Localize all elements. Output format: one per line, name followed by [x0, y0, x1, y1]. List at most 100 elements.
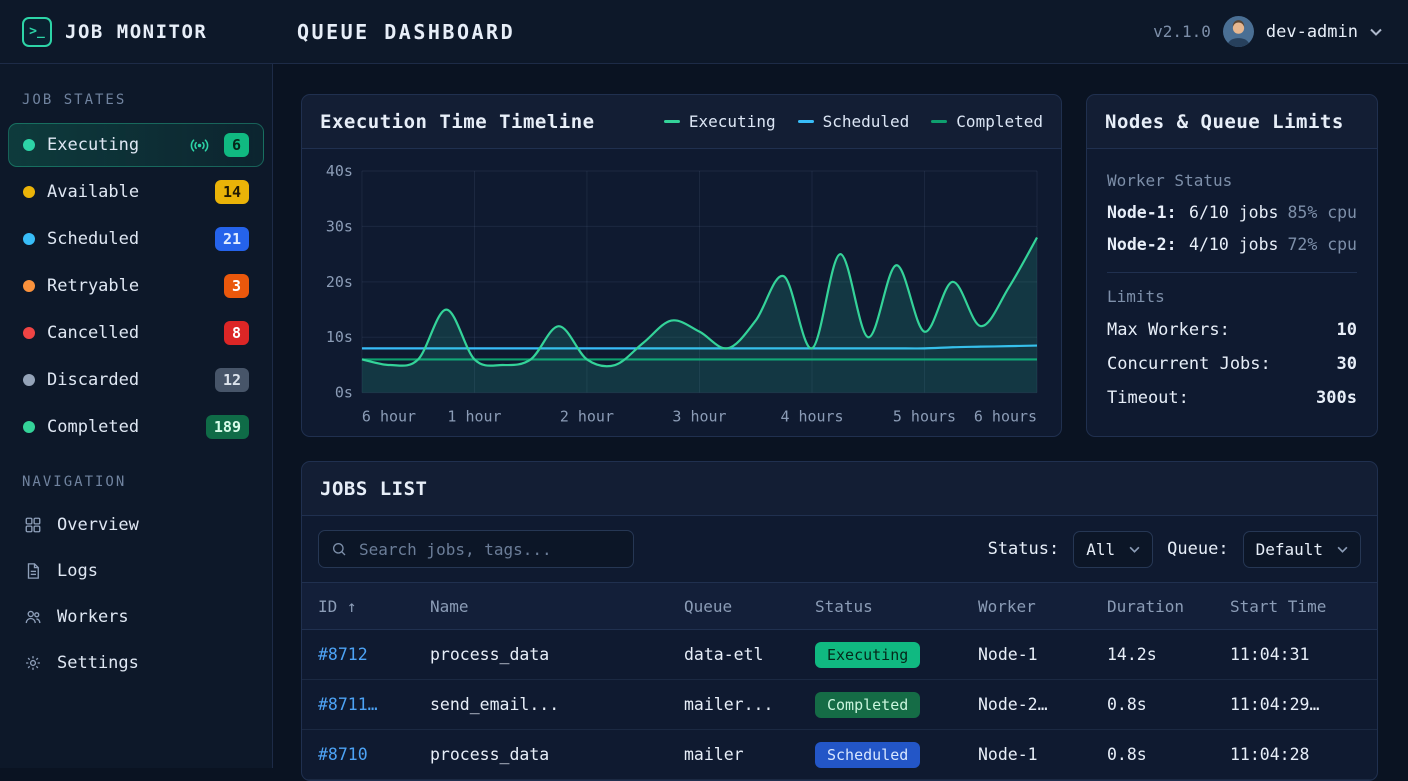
nav-item-label: Settings — [57, 653, 139, 673]
legend-item-executing[interactable]: Executing — [663, 112, 776, 131]
sidebar-item-settings[interactable]: Settings — [0, 640, 272, 686]
limit-value: 300s — [1316, 388, 1357, 408]
timeline-card: Execution Time Timeline Executing Schedul… — [301, 94, 1062, 437]
chevron-down-icon[interactable] — [1370, 28, 1382, 36]
filter-select-queue[interactable]: Default — [1242, 530, 1361, 568]
limits-heading: Limits — [1107, 287, 1165, 306]
filters: Status: All Queue: Default — [988, 530, 1361, 568]
worker-status-heading: Worker Status — [1107, 171, 1233, 190]
column-header-queue[interactable]: Queue — [684, 597, 815, 616]
search-box[interactable] — [318, 530, 634, 568]
workers-icon — [24, 608, 42, 626]
page-title: QUEUE DASHBOARD — [297, 19, 516, 44]
table-row[interactable]: #8710 process_data mailer Scheduled Node-1 0.… — [302, 730, 1377, 780]
svg-text:4 hours: 4 hours — [780, 408, 843, 426]
status-badge: Executing — [815, 641, 921, 668]
table-row[interactable]: #8712 process_data data-etl Executing Node-1… — [302, 630, 1377, 680]
jobs-controls: Status: All Queue: Default — [302, 516, 1377, 582]
sidebar-state-discarded[interactable]: Discarded 12 — [8, 358, 264, 402]
sidebar-state-available[interactable]: Available 14 — [8, 170, 264, 214]
job-worker: Node-1 — [978, 745, 1038, 764]
filter-value: All — [1086, 539, 1116, 559]
jobs-table: ID ↑ Name Queue Status Worker Duration Start T… — [302, 582, 1377, 780]
job-worker: Node-2… — [978, 695, 1048, 714]
limit-label: Timeout: — [1107, 388, 1189, 408]
sidebar-item-workers[interactable]: Workers — [0, 594, 272, 640]
column-header-status[interactable]: Status — [815, 597, 978, 616]
column-header-worker[interactable]: Worker — [978, 597, 1107, 616]
state-count-badge: 6 — [223, 133, 249, 157]
chart-area: 0s 10s 20s 30s 40s 6 hour 1 hour 2 hour 3 hour 4 … — [302, 149, 1061, 433]
navigation-list: Overview Logs Workers Settings — [0, 502, 272, 686]
job-name: process_data — [430, 645, 550, 664]
status-badge: Scheduled — [815, 741, 921, 768]
nodes-card-title: Nodes & Queue Limits — [1105, 110, 1344, 133]
limit-label: Concurrent Jobs: — [1107, 354, 1271, 374]
filter-label-queue: Queue: — [1167, 539, 1229, 559]
sidebar-state-retryable[interactable]: Retryable 3 — [8, 264, 264, 308]
limit-value: 10 — [1336, 320, 1357, 340]
state-label: Retryable — [47, 276, 140, 296]
sidebar: JOB STATES Executing 6 Available 14 Schedule… — [0, 64, 273, 768]
job-id-link[interactable]: #8711… — [318, 695, 430, 714]
sidebar-state-scheduled[interactable]: Scheduled 21 — [8, 217, 264, 261]
svg-text:1 hour: 1 hour — [447, 408, 501, 426]
sidebar-state-completed[interactable]: Completed 189 — [8, 405, 264, 449]
limit-value: 30 — [1336, 354, 1357, 374]
search-input[interactable] — [357, 538, 621, 560]
job-states-list: Executing 6 Available 14 Scheduled 21 Retryabl… — [0, 123, 272, 449]
chevron-down-icon — [1129, 546, 1140, 553]
state-dot — [23, 421, 35, 433]
column-header-duration[interactable]: Duration — [1107, 597, 1230, 616]
job-id-link[interactable]: #8712 — [318, 645, 430, 664]
top-cards: Execution Time Timeline Executing Schedul… — [301, 94, 1378, 437]
avatar[interactable] — [1222, 16, 1254, 47]
limits-list: Max Workers: 10 Concurrent Jobs: 30 Timeout:… — [1107, 320, 1357, 408]
svg-text:30s: 30s — [326, 217, 353, 235]
legend-swatch — [663, 120, 680, 123]
nodes-card-body: Worker Status Node-1: 6/10 jobs 85% cpu Nod… — [1087, 149, 1377, 436]
nav-item-label: Workers — [57, 607, 129, 627]
nodes-card: Nodes & Queue Limits Worker Status Node-… — [1086, 94, 1378, 437]
sidebar-state-cancelled[interactable]: Cancelled 8 — [8, 311, 264, 355]
state-dot — [23, 374, 35, 386]
column-header-id[interactable]: ID ↑ — [318, 597, 430, 616]
svg-text:0s: 0s — [335, 384, 353, 402]
state-count-badge: 8 — [223, 321, 249, 345]
app-root: >_ JOB MONITOR QUEUE DASHBOARD v2.1.0 de… — [0, 0, 1408, 781]
worker-status-row: Node-2: 4/10 jobs 72% cpu — [1107, 235, 1357, 254]
legend-item-completed[interactable]: Completed — [931, 112, 1043, 131]
column-header-name[interactable]: Name — [430, 597, 684, 616]
filter-value: Default — [1255, 539, 1323, 559]
legend-item-scheduled[interactable]: Scheduled — [797, 112, 910, 131]
nav-item-label: Overview — [57, 515, 139, 535]
main-content: Execution Time Timeline Executing Schedul… — [273, 64, 1408, 781]
state-label: Completed — [47, 417, 140, 437]
state-dot — [23, 280, 35, 292]
job-id-link[interactable]: #8710 — [318, 745, 430, 764]
grid-icon — [24, 516, 42, 534]
app-title: JOB MONITOR — [65, 20, 208, 43]
job-queue: mailer — [684, 745, 744, 764]
worker-status-row: Node-1: 6/10 jobs 85% cpu — [1107, 203, 1357, 222]
top-bar: >_ JOB MONITOR QUEUE DASHBOARD v2.1.0 de… — [0, 0, 1408, 64]
node-name: Node-1: — [1107, 203, 1177, 222]
sidebar-item-overview[interactable]: Overview — [0, 502, 272, 548]
legend-label: Executing — [688, 112, 776, 131]
job-status-cell: Executing — [815, 641, 978, 668]
sidebar-item-logs[interactable]: Logs — [0, 548, 272, 594]
column-header-start-time[interactable]: Start Time — [1230, 597, 1377, 616]
user-name[interactable]: dev-admin — [1266, 22, 1358, 42]
job-worker: Node-1 — [978, 645, 1038, 664]
sidebar-state-executing[interactable]: Executing 6 — [8, 123, 264, 167]
node-cpu: 72% cpu — [1287, 235, 1357, 254]
jobs-card: JOBS LIST Status: All Queue: Default ID ↑Na… — [301, 461, 1378, 781]
state-count-badge: 12 — [214, 368, 249, 392]
table-row[interactable]: #8711… send_email... mailer... Completed Nod… — [302, 680, 1377, 730]
node-jobs: 6/10 jobs — [1189, 203, 1279, 222]
legend-label: Scheduled — [822, 112, 910, 131]
top-right: v2.1.0 dev-admin — [1153, 16, 1408, 47]
filter-select-status[interactable]: All — [1073, 530, 1154, 568]
status-badge: Completed — [815, 691, 921, 718]
job-states-heading: JOB STATES — [22, 92, 127, 108]
